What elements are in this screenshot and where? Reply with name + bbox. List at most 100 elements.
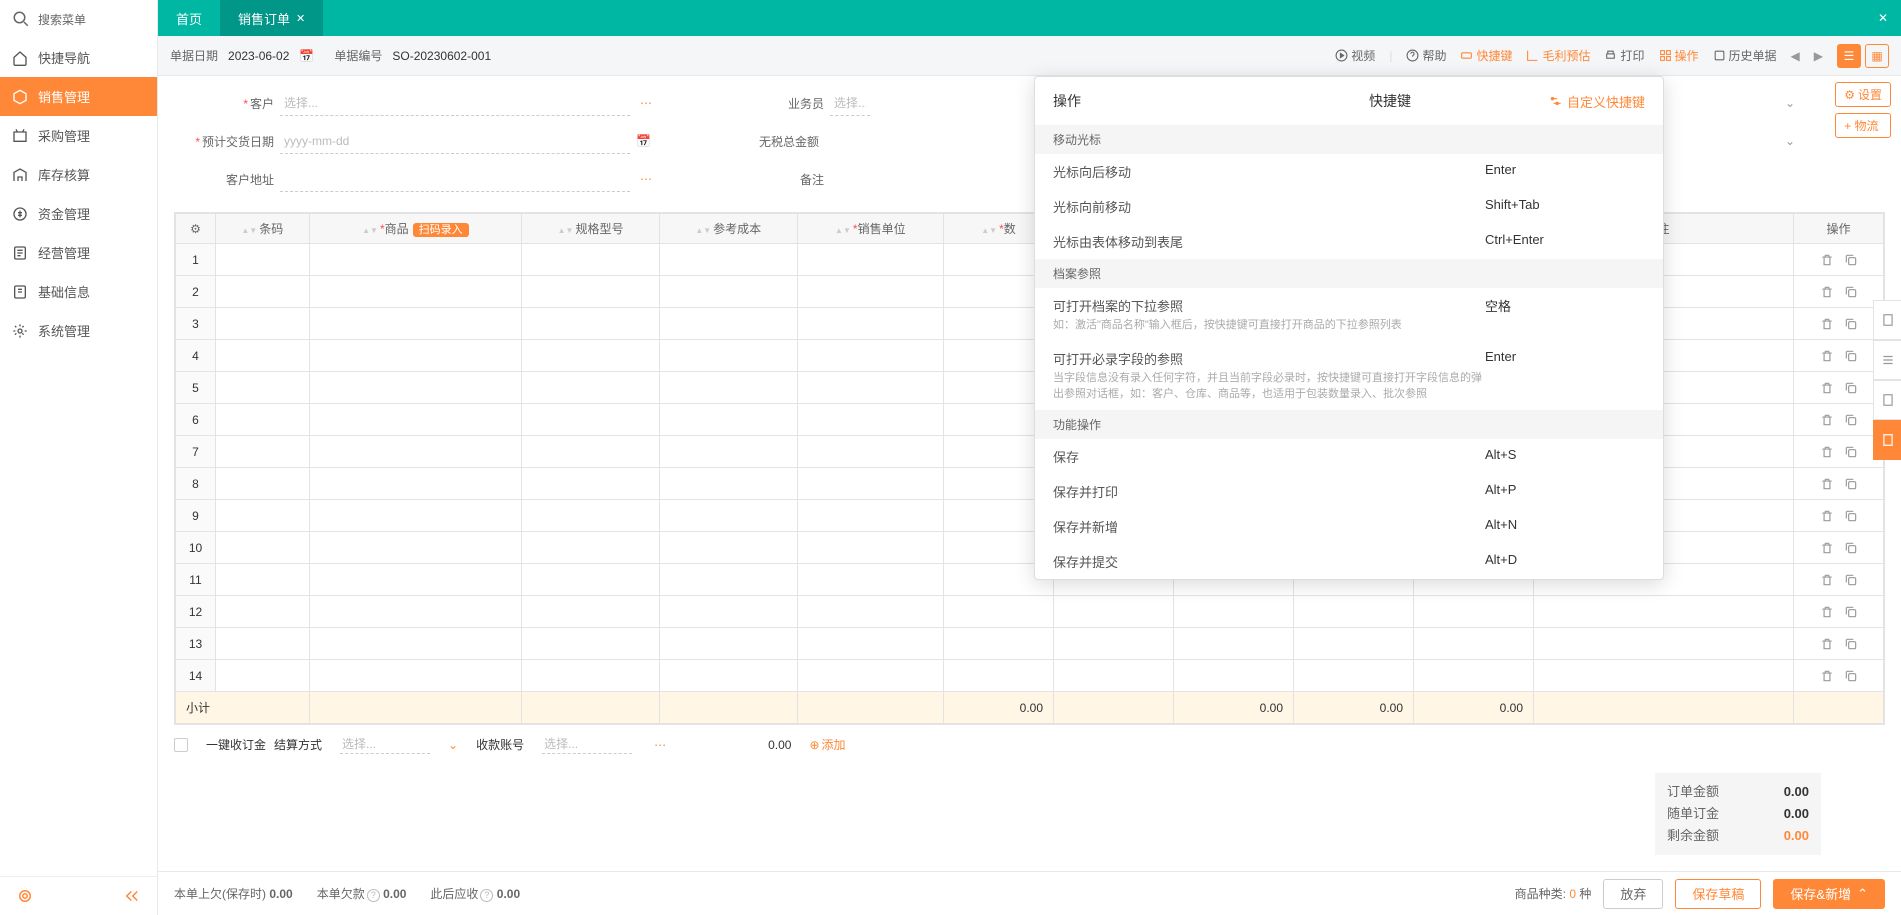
profit-link[interactable]: 毛利预估 — [1526, 47, 1590, 64]
copy-icon[interactable] — [1844, 573, 1858, 587]
delete-icon[interactable] — [1820, 349, 1834, 363]
delete-icon[interactable] — [1820, 573, 1834, 587]
tab-home[interactable]: 首页 — [158, 0, 220, 36]
view-list-button[interactable]: ☰ — [1837, 44, 1861, 68]
video-link[interactable]: 视频 — [1335, 47, 1375, 64]
save-draft-button[interactable]: 保存草稿 — [1675, 879, 1761, 909]
discard-button[interactable]: 放弃 — [1603, 879, 1663, 909]
sidebar-item-business[interactable]: 经营管理 — [0, 233, 157, 272]
right-tab-3[interactable] — [1873, 380, 1901, 420]
delete-icon[interactable] — [1820, 413, 1834, 427]
settle-input[interactable] — [340, 735, 430, 754]
th-gear[interactable]: ⚙ — [176, 214, 216, 244]
delete-icon[interactable] — [1820, 669, 1834, 683]
copy-icon[interactable] — [1844, 381, 1858, 395]
settings-icon[interactable] — [16, 887, 34, 905]
copy-icon[interactable] — [1844, 605, 1858, 619]
right-tab-4[interactable] — [1873, 420, 1901, 460]
right-tab-2[interactable] — [1873, 340, 1901, 380]
sidebar-item-purchase[interactable]: 采购管理 — [0, 116, 157, 155]
th-refcost[interactable]: ▲▼参考成本 — [659, 214, 797, 244]
more-icon[interactable]: ⋯ — [636, 172, 656, 186]
sidebar-item-finance[interactable]: 资金管理 — [0, 194, 157, 233]
warehouse-icon — [12, 167, 28, 183]
th-product[interactable]: ▲▼*商品扫码录入 — [309, 214, 522, 244]
delete-icon[interactable] — [1820, 541, 1834, 555]
copy-icon[interactable] — [1844, 509, 1858, 523]
table-row[interactable]: 12 — [176, 596, 1884, 628]
copy-icon[interactable] — [1844, 253, 1858, 267]
customer-input[interactable] — [280, 90, 630, 116]
table-row[interactable]: 14 — [176, 660, 1884, 692]
order-amount-value: 0.00 — [1749, 781, 1809, 803]
calendar-icon[interactable]: 📅 — [299, 49, 314, 63]
delete-icon[interactable] — [1820, 477, 1834, 491]
delete-icon[interactable] — [1820, 253, 1834, 267]
help-link[interactable]: 帮助 — [1406, 47, 1446, 64]
sidebar-item-sales[interactable]: 销售管理 — [0, 77, 157, 116]
next-doc-icon[interactable]: ▶ — [1814, 49, 1823, 63]
close-all-tabs[interactable]: ✕ — [1865, 0, 1901, 36]
delete-icon[interactable] — [1820, 637, 1834, 651]
expect-date-input[interactable] — [280, 128, 630, 154]
salesman-input[interactable] — [830, 90, 870, 116]
view-grid-button[interactable]: ▦ — [1865, 44, 1889, 68]
more-icon[interactable]: ⋯ — [636, 96, 656, 110]
th-barcode[interactable]: ▲▼条码 — [216, 214, 310, 244]
chevron-down-icon[interactable]: ⌄ — [448, 738, 458, 752]
add-row-link[interactable]: ⊕添加 — [809, 736, 845, 753]
sidebar-search[interactable]: 搜索菜单 — [0, 0, 157, 38]
delete-icon[interactable] — [1820, 381, 1834, 395]
deposit-checkbox[interactable] — [174, 738, 188, 752]
history-link[interactable]: 历史单据 — [1713, 47, 1777, 64]
th-spec[interactable]: ▲▼规格型号 — [522, 214, 660, 244]
copy-icon[interactable] — [1844, 669, 1858, 683]
more-icon[interactable]: ⋯ — [650, 738, 670, 752]
calendar-icon[interactable]: 📅 — [636, 134, 651, 148]
copy-icon[interactable] — [1844, 541, 1858, 555]
right-tab-1[interactable] — [1873, 300, 1901, 340]
sidebar-item-system[interactable]: 系统管理 — [0, 311, 157, 350]
delete-icon[interactable] — [1820, 285, 1834, 299]
copy-icon[interactable] — [1844, 413, 1858, 427]
operate-link[interactable]: 操作 — [1659, 47, 1699, 64]
table-row[interactable]: 13 — [176, 628, 1884, 660]
delete-icon[interactable] — [1820, 605, 1834, 619]
help-icon[interactable]: ? — [480, 889, 493, 902]
save-new-button[interactable]: 保存&新增 ⌃ — [1773, 879, 1885, 909]
order-amount-label: 订单金额 — [1667, 781, 1719, 803]
copy-icon[interactable] — [1844, 477, 1858, 491]
collapse-icon[interactable] — [123, 887, 141, 905]
sidebar-item-inventory[interactable]: 库存核算 — [0, 155, 157, 194]
list-icon — [1881, 353, 1895, 367]
copy-icon[interactable] — [1844, 349, 1858, 363]
row-number: 13 — [176, 628, 216, 660]
delete-icon[interactable] — [1820, 317, 1834, 331]
print-link[interactable]: 打印 — [1604, 47, 1644, 64]
delete-icon[interactable] — [1820, 445, 1834, 459]
copy-icon[interactable] — [1844, 317, 1858, 331]
close-icon[interactable]: ✕ — [296, 12, 305, 25]
copy-icon[interactable] — [1844, 445, 1858, 459]
logistics-button[interactable]: + 物流 — [1835, 113, 1891, 138]
doc-date-value[interactable]: 2023-06-02 — [228, 49, 289, 63]
copy-icon[interactable] — [1844, 637, 1858, 651]
sidebar-item-baseinfo[interactable]: 基础信息 — [0, 272, 157, 311]
expand-icon[interactable]: ⌄ — [1785, 96, 1795, 110]
account-input[interactable] — [542, 735, 632, 754]
custom-shortcut-link[interactable]: 自定义快捷键 — [1549, 91, 1645, 111]
sidebar-item-quicknav[interactable]: 快捷导航 — [0, 38, 157, 77]
copy-icon[interactable] — [1844, 285, 1858, 299]
expand-icon[interactable]: ⌄ — [1785, 134, 1795, 148]
popover-section-header: 档案参照 — [1035, 259, 1663, 288]
addr-input[interactable] — [280, 166, 630, 192]
th-unit[interactable]: ▲▼*销售单位 — [797, 214, 943, 244]
tab-sales-order[interactable]: 销售订单✕ — [220, 0, 323, 36]
settings-button[interactable]: ⚙ 设置 — [1835, 82, 1891, 107]
scan-badge[interactable]: 扫码录入 — [413, 223, 469, 237]
prev-doc-icon[interactable]: ◀ — [1791, 49, 1800, 63]
shortcut-link[interactable]: 快捷键 — [1460, 47, 1512, 64]
delete-icon[interactable] — [1820, 509, 1834, 523]
help-icon[interactable]: ? — [367, 889, 380, 902]
keyboard-icon — [1460, 49, 1473, 62]
